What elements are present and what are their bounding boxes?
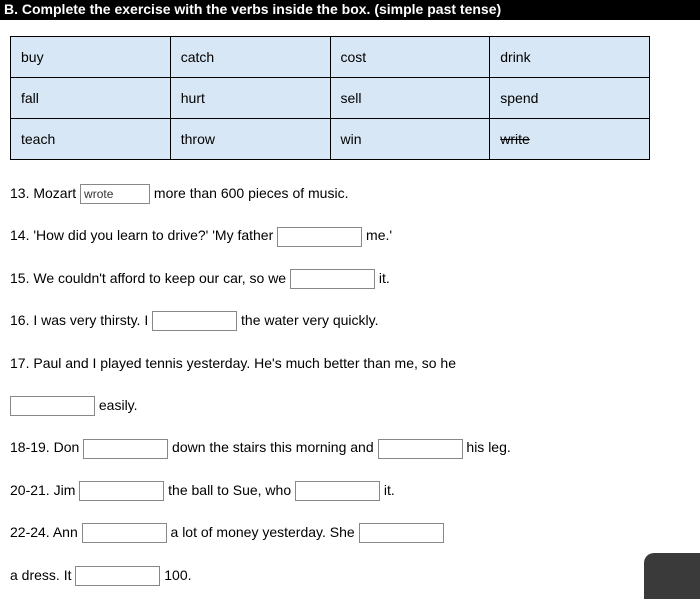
q16-post: the water very quickly.: [237, 312, 378, 328]
q17-text: 17. Paul and I played tennis yesterday. …: [10, 355, 456, 371]
verb-box-table: buy catch cost drink fall hurt sell spen…: [10, 36, 650, 160]
q13-pre: 13. Mozart: [10, 185, 80, 201]
question-15: 15. We couldn't afford to keep our car, …: [10, 267, 690, 289]
answer-input-14[interactable]: [277, 227, 362, 247]
q14-post: me.': [362, 227, 392, 243]
verb-cell: throw: [170, 119, 330, 160]
q16-pre: 16. I was very thirsty. I: [10, 312, 152, 328]
question-16: 16. I was very thirsty. I the water very…: [10, 309, 690, 331]
content-area: buy catch cost drink fall hurt sell spen…: [0, 20, 700, 586]
answer-input-18[interactable]: [83, 439, 168, 459]
q15-pre: 15. We couldn't afford to keep our car, …: [10, 270, 290, 286]
verb-cell: win: [330, 119, 490, 160]
q17-post: easily.: [95, 397, 138, 413]
question-14: 14. 'How did you learn to drive?' 'My fa…: [10, 224, 690, 246]
q22-mid: a lot of money yesterday. She: [167, 524, 359, 540]
question-20-21: 20-21. Jim the ball to Sue, who it.: [10, 479, 690, 501]
verb-cell: catch: [170, 37, 330, 78]
answer-input-17[interactable]: [10, 396, 95, 416]
answer-input-13[interactable]: wrote: [80, 184, 150, 204]
question-17a: 17. Paul and I played tennis yesterday. …: [10, 352, 690, 374]
exercise-title: B. Complete the exercise with the verbs …: [0, 0, 700, 20]
verb-cell: spend: [490, 78, 650, 119]
table-row: fall hurt sell spend: [11, 78, 650, 119]
question-22-24a: 22-24. Ann a lot of money yesterday. She: [10, 521, 690, 543]
q24-pre: a dress. It: [10, 567, 75, 583]
q20-pre: 20-21. Jim: [10, 482, 79, 498]
table-row: teach throw win write: [11, 119, 650, 160]
q14-pre: 14. 'How did you learn to drive?' 'My fa…: [10, 227, 277, 243]
q15-post: it.: [375, 270, 390, 286]
verb-cell: cost: [330, 37, 490, 78]
q24-post: 100.: [160, 567, 191, 583]
answer-input-24[interactable]: [75, 566, 160, 586]
q13-post: more than 600 pieces of music.: [150, 185, 348, 201]
q20-post: it.: [380, 482, 395, 498]
verb-cell: fall: [11, 78, 171, 119]
question-22-24b: a dress. It 100.: [10, 564, 690, 586]
answer-input-16[interactable]: [152, 311, 237, 331]
q18-mid: down the stairs this morning and: [168, 439, 377, 455]
verb-cell: sell: [330, 78, 490, 119]
verb-cell: drink: [490, 37, 650, 78]
answer-input-21[interactable]: [295, 481, 380, 501]
answer-input-15[interactable]: [290, 269, 375, 289]
verb-cell: write: [490, 119, 650, 160]
question-17b: easily.: [10, 394, 690, 416]
table-row: buy catch cost drink: [11, 37, 650, 78]
answer-input-22[interactable]: [82, 523, 167, 543]
answer-input-19[interactable]: [378, 439, 463, 459]
corner-widget[interactable]: [644, 553, 700, 599]
question-13: 13. Mozart wrote more than 600 pieces of…: [10, 182, 690, 204]
q18-pre: 18-19. Don: [10, 439, 83, 455]
q22-pre: 22-24. Ann: [10, 524, 82, 540]
verb-cell: hurt: [170, 78, 330, 119]
q18-post: his leg.: [463, 439, 511, 455]
q20-mid: the ball to Sue, who: [164, 482, 295, 498]
verb-cell: buy: [11, 37, 171, 78]
question-18-19: 18-19. Don down the stairs this morning …: [10, 436, 690, 458]
answer-input-20[interactable]: [79, 481, 164, 501]
answer-input-23[interactable]: [359, 523, 444, 543]
verb-cell: teach: [11, 119, 171, 160]
